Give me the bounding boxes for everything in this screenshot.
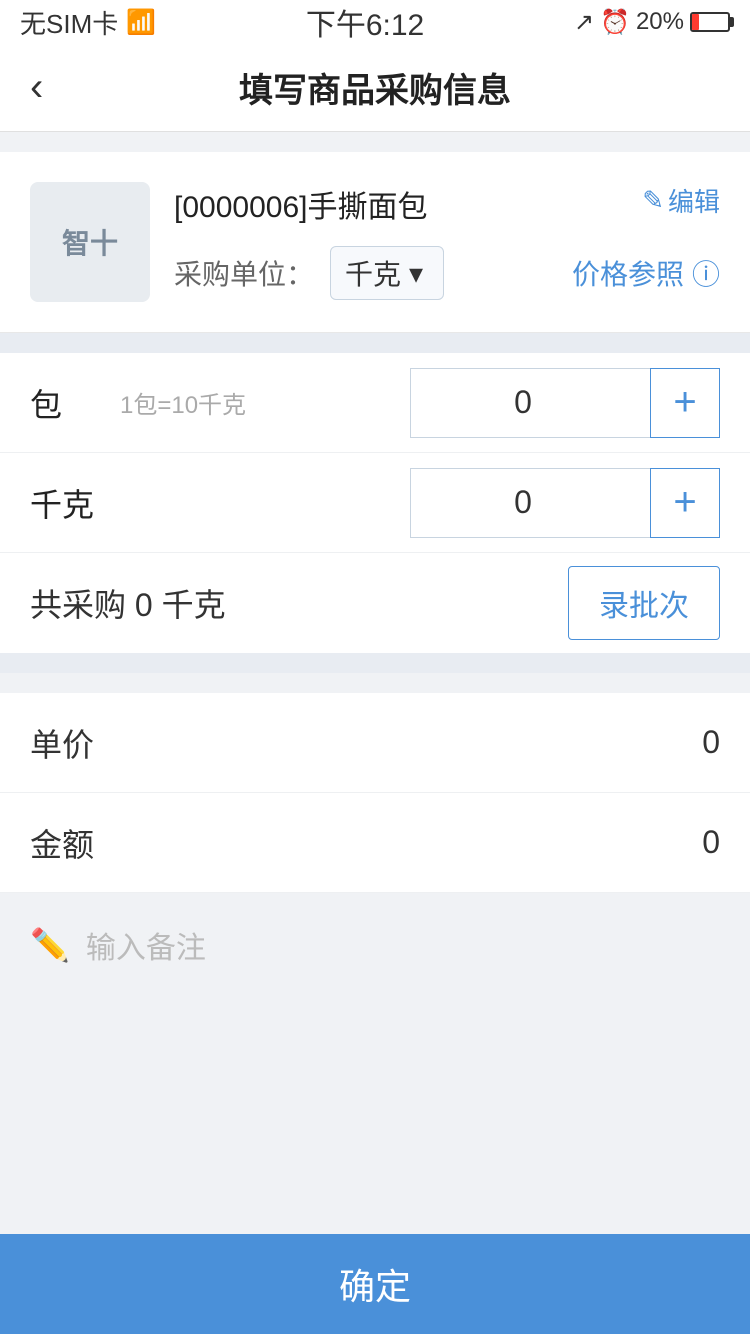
info-icon: ⓘ xyxy=(692,253,720,293)
battery-icon xyxy=(690,12,730,32)
purchase-unit-row: 采购单位： 千克 ▾ 价格参照 ⓘ xyxy=(174,246,720,300)
status-time: 下午6:12 xyxy=(306,0,424,44)
section-divider-1 xyxy=(0,333,750,353)
pack-input-row: 包 1包=10千克 + xyxy=(0,353,750,453)
product-name: [0000006]手撕面包 xyxy=(174,182,642,226)
status-bar: 无SIM卡 📶 下午6:12 ↗ ⏰ 20% xyxy=(0,0,750,44)
summary-text: 共采购 0 千克 xyxy=(30,580,226,626)
confirm-button[interactable]: 确定 xyxy=(0,1234,750,1334)
page-title: 填写商品采购信息 xyxy=(239,63,511,112)
pencil-icon: ✏️ xyxy=(30,926,70,964)
alarm-icon: ⏰ xyxy=(600,8,630,37)
price-ref-label: 价格参照 xyxy=(572,253,684,293)
pack-label: 包 xyxy=(30,380,110,426)
unit-price-value: 0 xyxy=(702,724,720,761)
pack-input[interactable] xyxy=(410,368,650,438)
unit-label: 采购单位： xyxy=(174,253,314,293)
product-card: 智十 [0000006]手撕面包 ✎ 编辑 采购单位： 千克 ▾ 价格参照 ⓘ xyxy=(0,152,750,333)
note-section[interactable]: ✏️ 输入备注 xyxy=(0,893,750,997)
edit-icon: ✎ xyxy=(642,185,664,216)
price-section: 单价 0 金额 0 xyxy=(0,693,750,893)
carrier-text: 无SIM卡 xyxy=(20,4,118,41)
pack-sublabel: 1包=10千克 xyxy=(120,385,410,420)
note-placeholder: 输入备注 xyxy=(86,923,206,967)
kg-input[interactable] xyxy=(410,468,650,538)
section-divider-2 xyxy=(0,653,750,673)
kg-label: 千克 xyxy=(30,480,110,526)
status-right: ↗ ⏰ 20% xyxy=(574,8,730,37)
edit-button[interactable]: ✎ 编辑 xyxy=(642,182,720,219)
product-image: 智十 xyxy=(30,182,150,302)
kg-input-wrap: + xyxy=(410,468,720,538)
kg-input-row: 千克 + xyxy=(0,453,750,553)
unit-price-label: 单价 xyxy=(30,720,94,766)
back-button[interactable]: ‹ xyxy=(30,65,43,110)
edit-label: 编辑 xyxy=(668,182,720,219)
unit-price-row: 单价 0 xyxy=(0,693,750,793)
price-ref-button[interactable]: 价格参照 ⓘ xyxy=(572,253,720,293)
amount-label: 金额 xyxy=(30,820,94,866)
status-left: 无SIM卡 📶 xyxy=(20,4,156,41)
dropdown-arrow-icon: ▾ xyxy=(409,257,423,290)
pack-plus-button[interactable]: + xyxy=(650,368,720,438)
unit-dropdown[interactable]: 千克 ▾ xyxy=(330,246,444,300)
amount-row: 金额 0 xyxy=(0,793,750,893)
batch-button[interactable]: 录批次 xyxy=(568,566,720,640)
location-icon: ↗ xyxy=(574,8,594,37)
battery-percent: 20% xyxy=(636,8,684,36)
wifi-icon: 📶 xyxy=(126,8,156,37)
unit-value: 千克 xyxy=(345,253,401,293)
input-section: 包 1包=10千克 + 千克 + xyxy=(0,353,750,553)
summary-row: 共采购 0 千克 录批次 xyxy=(0,553,750,653)
kg-plus-button[interactable]: + xyxy=(650,468,720,538)
amount-value: 0 xyxy=(702,824,720,861)
pack-input-wrap: + xyxy=(410,368,720,438)
product-header: [0000006]手撕面包 ✎ 编辑 xyxy=(174,182,720,226)
product-logo: 智十 xyxy=(62,222,118,262)
product-info: [0000006]手撕面包 ✎ 编辑 采购单位： 千克 ▾ 价格参照 ⓘ xyxy=(174,182,720,300)
nav-bar: ‹ 填写商品采购信息 xyxy=(0,44,750,132)
